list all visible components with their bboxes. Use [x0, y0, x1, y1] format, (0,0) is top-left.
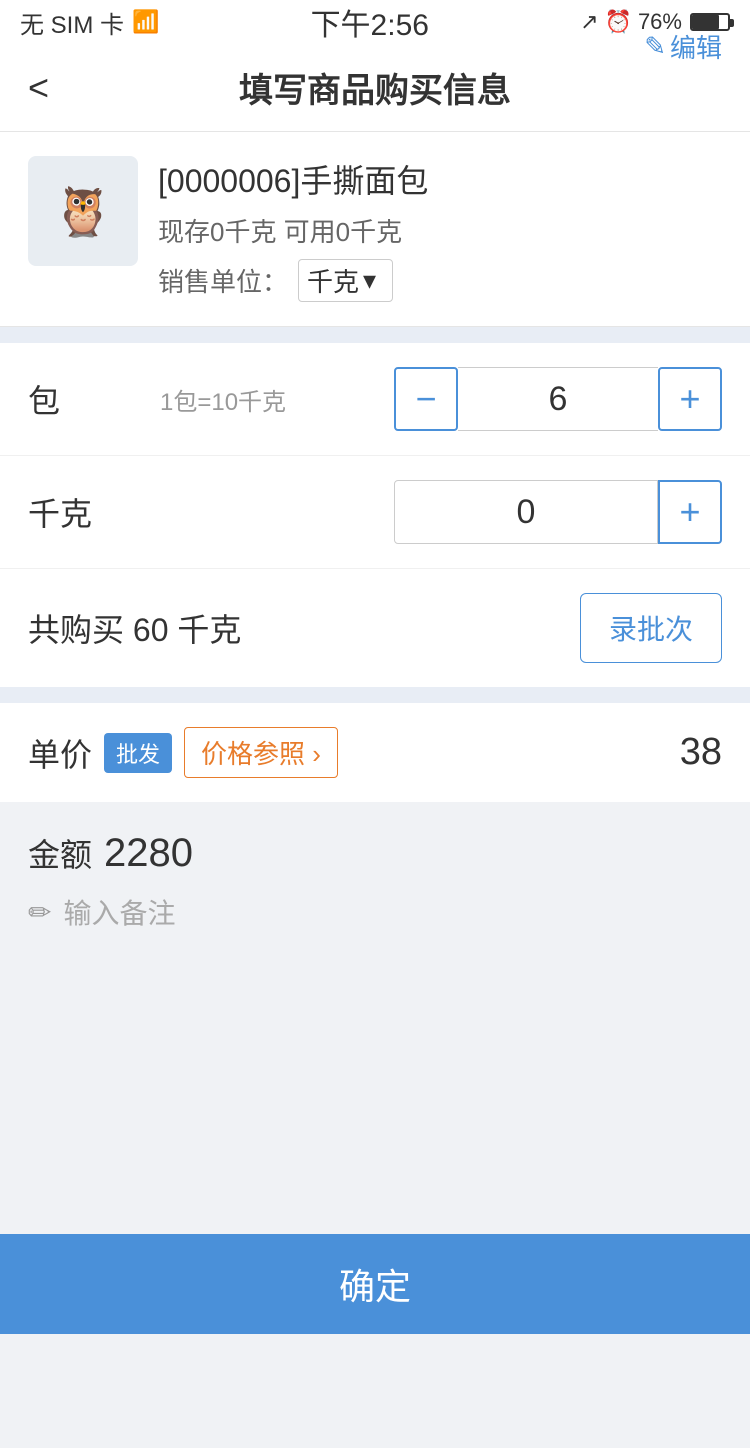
separator-2	[0, 687, 750, 703]
edit-label: 编辑	[670, 28, 722, 65]
price-tag: 批发	[104, 733, 172, 773]
chevron-down-icon: ▾	[363, 265, 376, 296]
amount-value: 2280	[104, 831, 193, 876]
amount-row: 金额 2280	[28, 830, 722, 876]
kg-label: 千克	[28, 489, 148, 535]
confirm-button[interactable]: 确定	[0, 1234, 750, 1334]
bao-label: 包	[28, 376, 148, 422]
product-name: [0000006]手撕面包	[158, 156, 722, 202]
kg-input-row: 千克 +	[0, 456, 750, 569]
kg-input[interactable]	[394, 480, 658, 544]
product-image: 🦉	[28, 156, 138, 266]
summary-row: 共购买 60 千克 录批次	[0, 569, 750, 687]
alarm-icon: ⏰	[605, 9, 632, 35]
price-section: 单价 批发 价格参照 › 38	[0, 703, 750, 802]
amount-section: 金额 2280 ✏ 输入备注	[0, 802, 750, 948]
status-time: 下午2:56	[311, 0, 429, 44]
unit-select[interactable]: 千克 ▾	[298, 259, 393, 302]
carrier-text: 无 SIM 卡	[20, 5, 124, 40]
input-section: 包 1包=10千克 − + 千克 + 共购买 60 千克 录批次	[0, 343, 750, 687]
product-stock: 现存0千克 可用0千克	[158, 212, 722, 249]
status-left: 无 SIM 卡 📶	[20, 5, 159, 40]
product-unit-row: 销售单位： 千克 ▾	[158, 259, 722, 302]
edit-icon: ✎	[644, 31, 666, 62]
bao-input-row: 包 1包=10千克 − +	[0, 343, 750, 456]
product-info: [0000006]手撕面包 现存0千克 可用0千克 销售单位： 千克 ▾	[158, 156, 722, 302]
bao-input[interactable]	[458, 367, 658, 431]
status-bar: 无 SIM 卡 📶 下午2:56 ↗ ⏰ 76%	[0, 0, 750, 44]
bao-minus-button[interactable]: −	[394, 367, 458, 431]
price-ref-button[interactable]: 价格参照 ›	[184, 727, 338, 778]
price-label: 单价	[28, 730, 92, 776]
bao-stepper: − +	[394, 367, 722, 431]
product-logo: 🦉	[53, 183, 113, 240]
back-button[interactable]: <	[28, 67, 49, 109]
unit-value: 千克	[307, 262, 359, 299]
product-card: 🦉 [0000006]手撕面包 现存0千克 可用0千克 销售单位： 千克 ▾ ✎…	[0, 132, 750, 327]
record-batch-button[interactable]: 录批次	[580, 593, 722, 663]
bao-plus-button[interactable]: +	[658, 367, 722, 431]
location-icon: ↗	[580, 9, 598, 35]
bao-hint: 1包=10千克	[160, 382, 286, 417]
edit-button[interactable]: ✎ 编辑	[644, 28, 722, 65]
wifi-icon: 📶	[132, 9, 159, 35]
price-value: 38	[680, 731, 722, 774]
summary-text: 共购买 60 千克	[28, 605, 241, 651]
page-title: 填写商品购买信息	[239, 63, 511, 112]
price-ref-label: 价格参照 ›	[201, 734, 321, 771]
remark-placeholder: 输入备注	[63, 892, 175, 932]
unit-label: 销售单位：	[158, 262, 288, 299]
pencil-icon: ✏	[28, 896, 51, 929]
separator-1	[0, 327, 750, 343]
nav-bar: < 填写商品购买信息	[0, 44, 750, 132]
amount-label: 金额	[28, 830, 92, 876]
kg-plus-button[interactable]: +	[658, 480, 722, 544]
remark-row[interactable]: ✏ 输入备注	[28, 892, 722, 932]
kg-stepper: +	[394, 480, 722, 544]
